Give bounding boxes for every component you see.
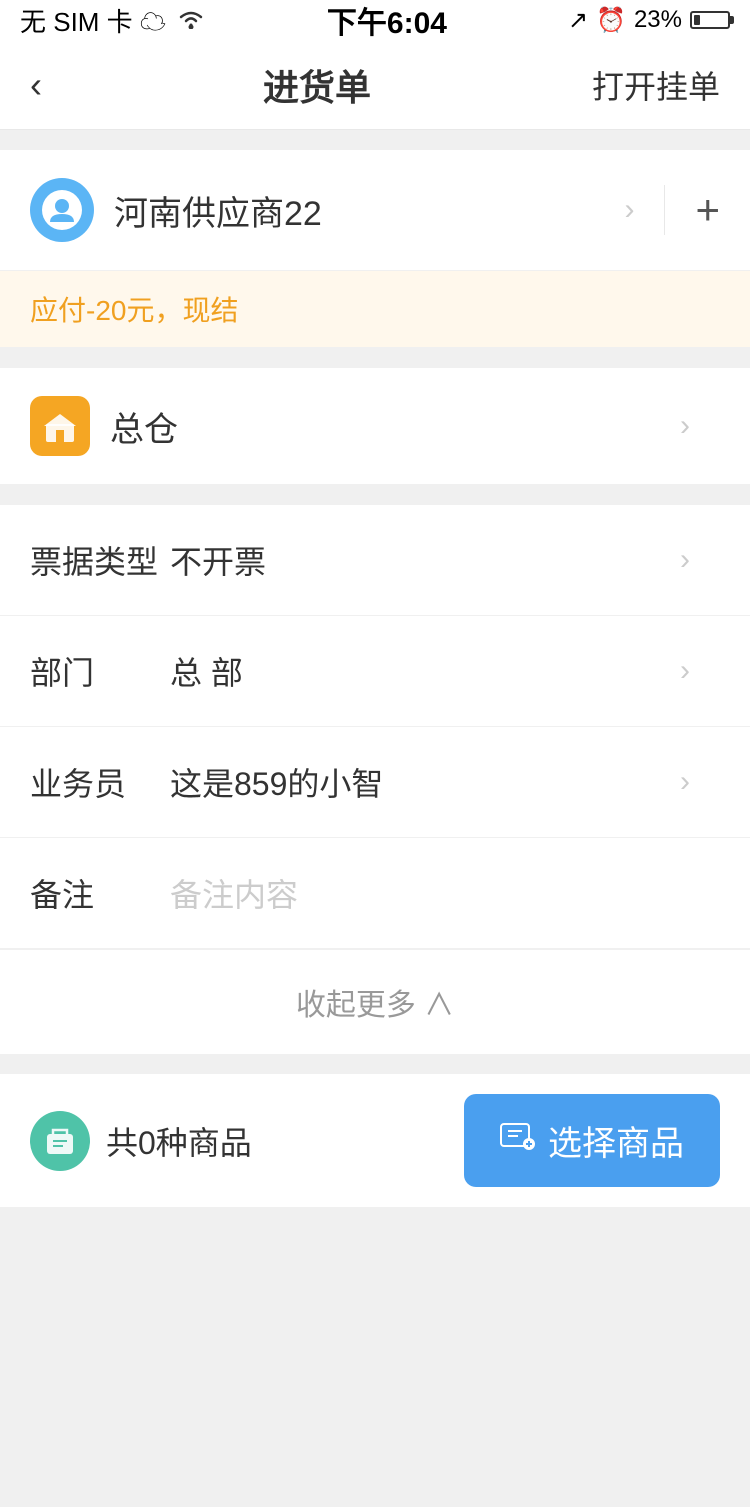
select-product-icon [500,1122,536,1159]
status-bar: 无 SIM 卡 ☁ 下午6:04 ↗ ⏰ 23% [0,0,750,40]
invoice-label: 票据类型 [30,537,170,583]
remark-input[interactable]: 备注内容 [170,870,720,916]
warehouse-row[interactable]: 总仓 › [0,368,750,485]
sales-row[interactable]: 业务员 这是859的小智 › [0,727,750,838]
battery-icon [690,11,730,29]
dept-chevron-icon: › [680,654,690,688]
location-icon: ↗ [568,6,588,35]
section-gap-1 [0,130,750,150]
supplier-avatar [30,178,94,242]
status-left: 无 SIM 卡 ☁ [20,2,206,39]
back-button[interactable]: ‹ [30,64,42,106]
supplier-section: 河南供应商22 › + 应付-20元，现结 [0,150,750,348]
status-time: 下午6:04 [327,0,447,42]
dept-value: 总 部 [170,648,680,694]
status-right: ↗ ⏰ 23% [568,6,730,35]
dept-row[interactable]: 部门 总 部 › [0,616,750,727]
remark-row[interactable]: 备注 备注内容 [0,838,750,949]
product-count-text: 共0种商品 [106,1118,252,1164]
form-section: 票据类型 不开票 › 部门 总 部 › 业务员 这是859的小智 › 备注 备注… [0,505,750,1054]
select-product-button[interactable]: 选择商品 [464,1094,720,1187]
invoice-value: 不开票 [170,537,680,583]
section-gap-2 [0,348,750,368]
remark-label: 备注 [30,870,170,916]
avatar-icon [42,190,82,230]
supplier-name: 河南供应商22 [114,186,624,235]
open-pending-button[interactable]: 打开挂单 [592,62,720,108]
product-count-area: 共0种商品 [30,1111,252,1171]
battery-text: 23% [634,6,682,34]
supplier-row[interactable]: 河南供应商22 › + [0,150,750,271]
page-title: 进货单 [263,59,371,111]
add-supplier-button[interactable]: + [695,186,720,234]
notice-bar: 应付-20元，现结 [0,271,750,348]
collapse-bar[interactable]: 收起更多 ∧ [0,949,750,1054]
invoice-row[interactable]: 票据类型 不开票 › [0,505,750,616]
sim-status: 无 SIM 卡 ☁ [20,2,166,39]
main-background [0,1207,750,1507]
warehouse-name: 总仓 [110,402,680,451]
sales-label: 业务员 [30,759,170,805]
product-icon [30,1111,90,1171]
nav-bar: ‹ 进货单 打开挂单 [0,40,750,130]
sales-value: 这是859的小智 [170,759,680,805]
sales-chevron-icon: › [680,765,690,799]
alarm-icon: ⏰ [596,6,626,35]
bottom-bar: 共0种商品 选择商品 [0,1074,750,1207]
dept-label: 部门 [30,648,170,694]
invoice-chevron-icon: › [680,543,690,577]
supplier-chevron-icon: › [624,193,634,227]
warehouse-chevron-icon: › [680,409,690,443]
warehouse-icon [30,396,90,456]
vertical-divider [664,185,665,235]
wifi-icon [176,5,206,36]
section-gap-3 [0,485,750,505]
select-product-label: 选择商品 [548,1116,684,1165]
